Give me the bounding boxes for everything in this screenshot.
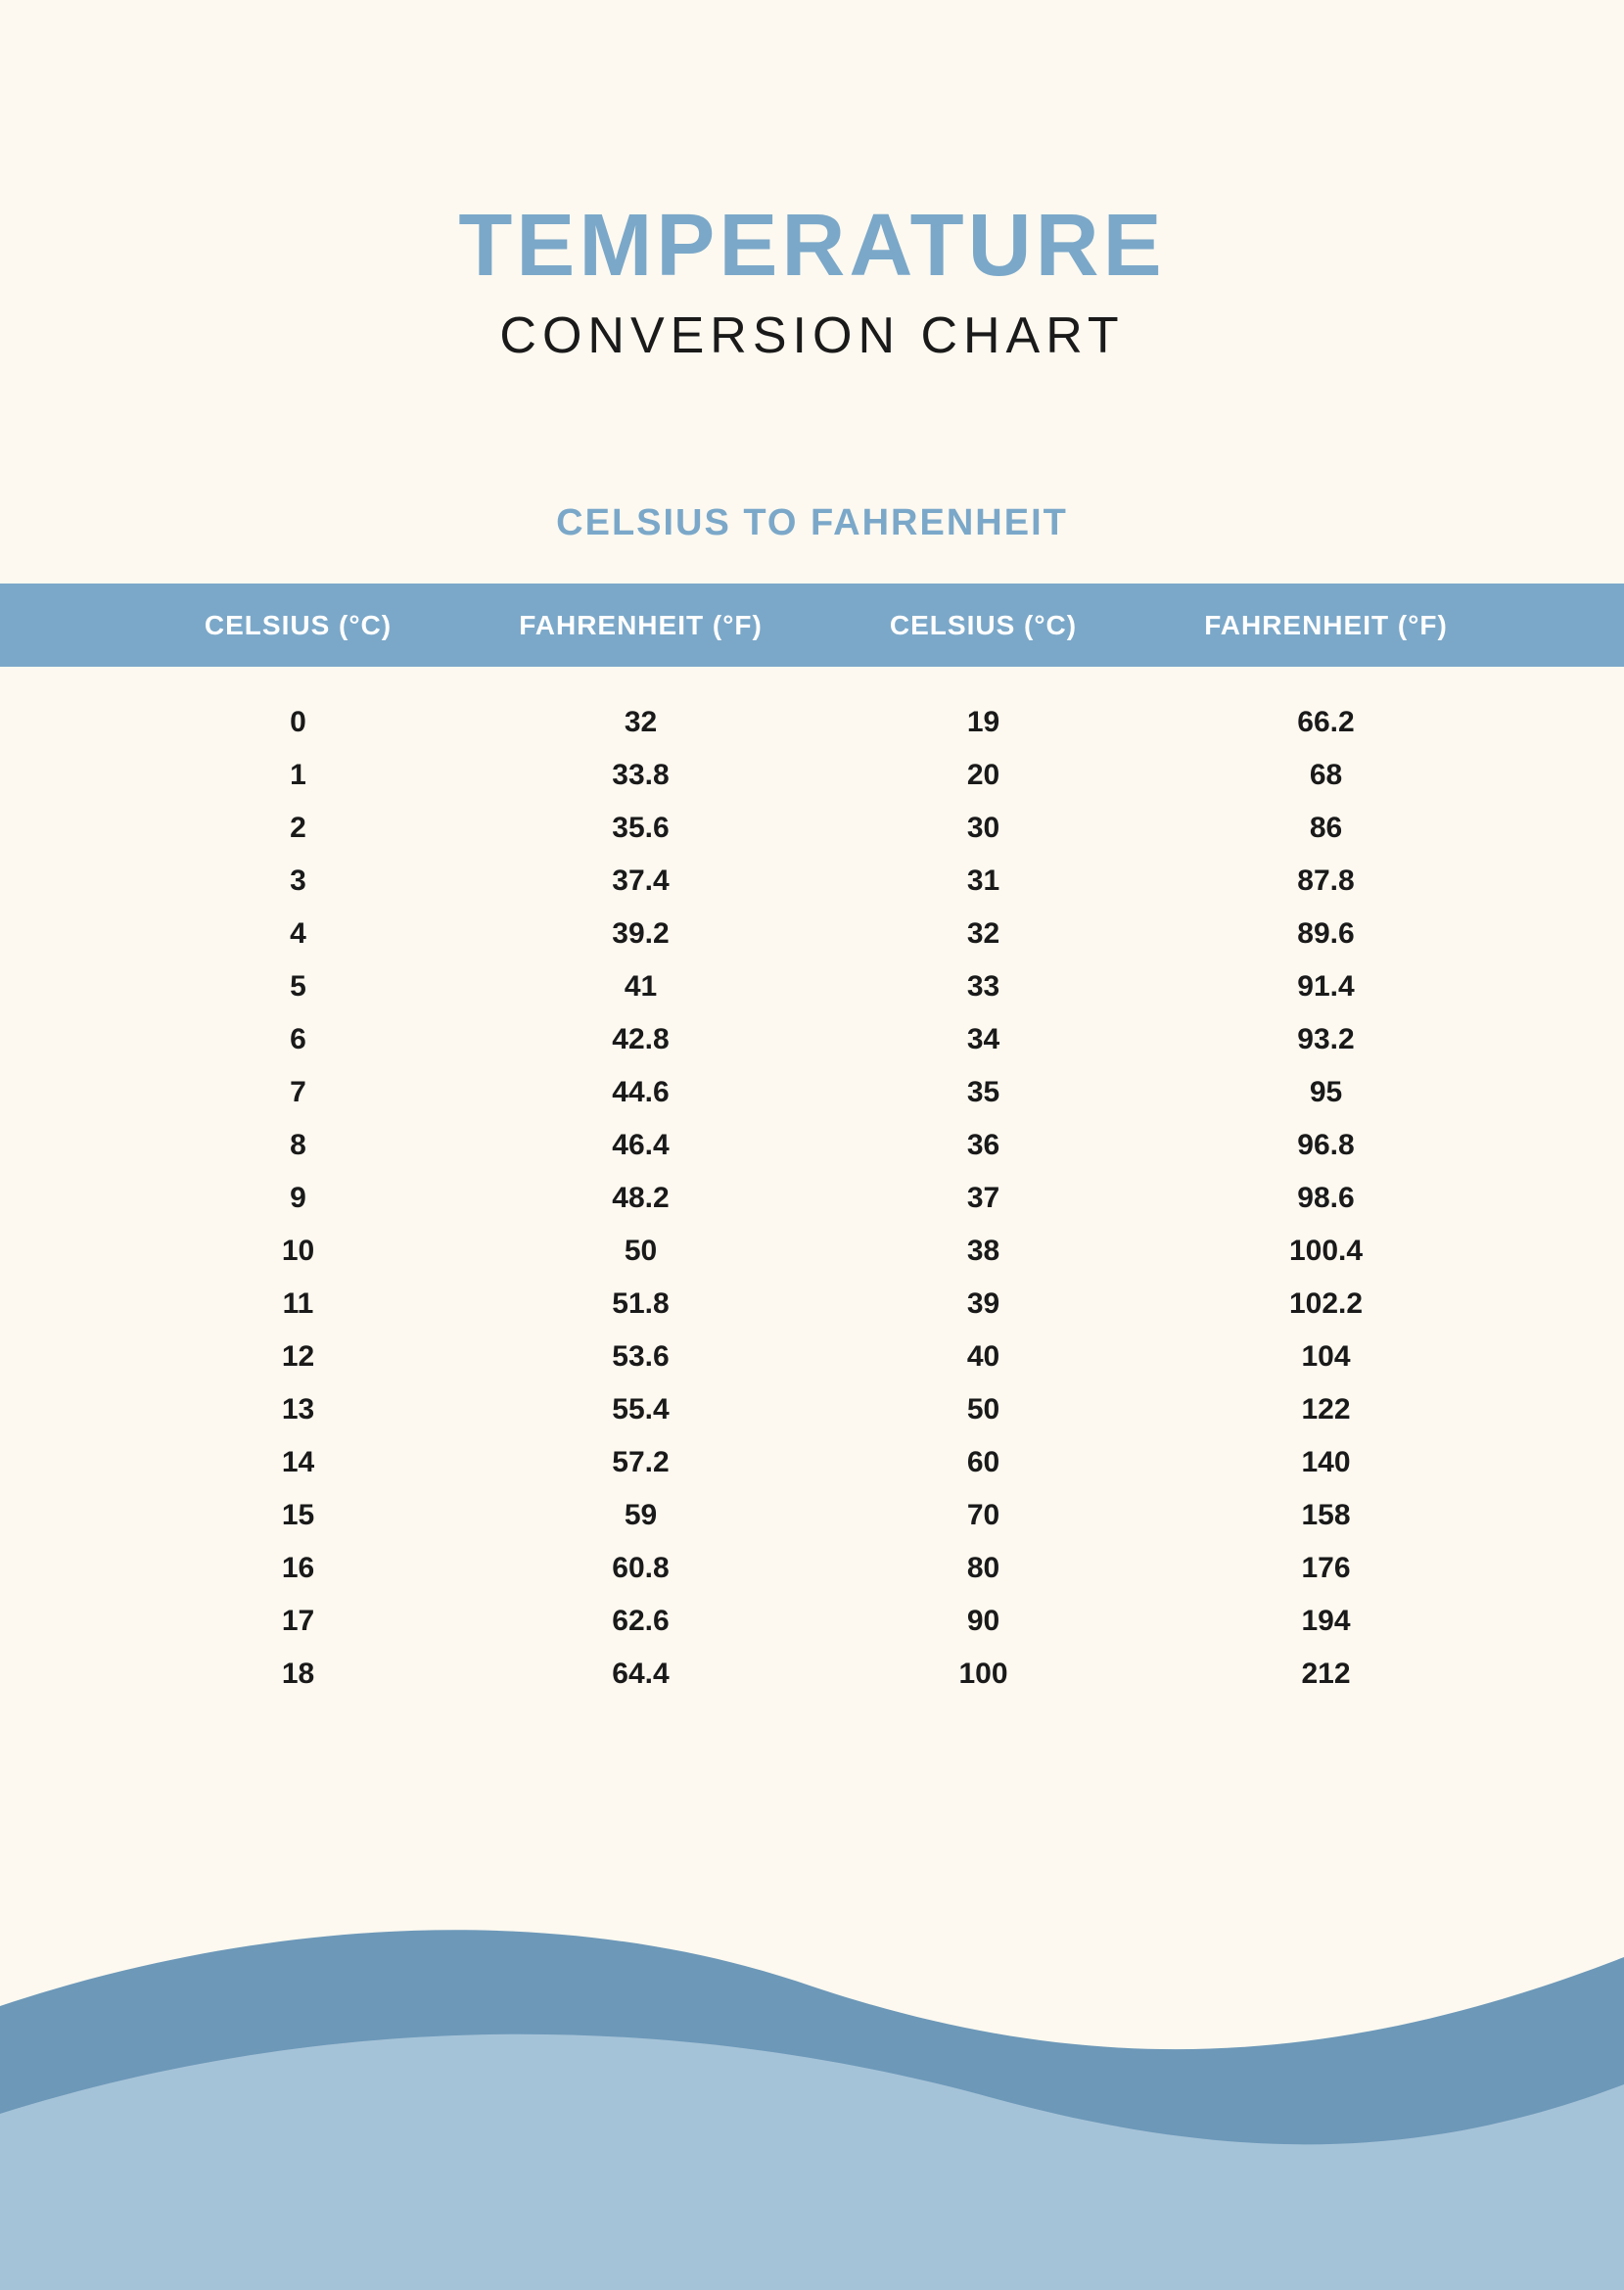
table-cell: 100.4 (1155, 1225, 1498, 1278)
table-body: 0123456789101112131415161718 3233.835.63… (127, 667, 1498, 1701)
table-cell: 35 (812, 1066, 1155, 1119)
main-title: TEMPERATURE (0, 196, 1624, 297)
table-cell: 46.4 (470, 1119, 812, 1172)
table-cell: 31 (812, 855, 1155, 908)
table-cell: 15 (127, 1489, 470, 1542)
table-cell: 32 (812, 908, 1155, 960)
table-cell: 59 (470, 1489, 812, 1542)
table-cell: 18 (127, 1648, 470, 1701)
table-cell: 38 (812, 1225, 1155, 1278)
table-cell: 4 (127, 908, 470, 960)
header-celsius-left: CELSIUS (°C) (127, 610, 470, 641)
table-cell: 39.2 (470, 908, 812, 960)
table-cell: 50 (812, 1383, 1155, 1436)
table-cell: 2 (127, 802, 470, 855)
table-cell: 33.8 (470, 749, 812, 802)
table-cell: 12 (127, 1331, 470, 1383)
header-fahrenheit-right: FAHRENHEIT (°F) (1155, 610, 1498, 641)
table-cell: 62.6 (470, 1595, 812, 1648)
header-celsius-right: CELSIUS (°C) (812, 610, 1155, 641)
table-cell: 10 (127, 1225, 470, 1278)
table-cell: 55.4 (470, 1383, 812, 1436)
table-cell: 20 (812, 749, 1155, 802)
table-cell: 122 (1155, 1383, 1498, 1436)
table-cell: 19 (812, 696, 1155, 749)
table-cell: 14 (127, 1436, 470, 1489)
table-cell: 42.8 (470, 1013, 812, 1066)
table-cell: 80 (812, 1542, 1155, 1595)
table-cell: 212 (1155, 1648, 1498, 1701)
table-cell: 5 (127, 960, 470, 1013)
table-cell: 32 (470, 696, 812, 749)
table-cell: 89.6 (1155, 908, 1498, 960)
table-header-row: CELSIUS (°C) FAHRENHEIT (°F) CELSIUS (°C… (0, 584, 1624, 667)
table-cell: 194 (1155, 1595, 1498, 1648)
table-cell: 53.6 (470, 1331, 812, 1383)
table-cell: 33 (812, 960, 1155, 1013)
table-cell: 37.4 (470, 855, 812, 908)
table-cell: 37 (812, 1172, 1155, 1225)
table-cell: 34 (812, 1013, 1155, 1066)
table-cell: 35.6 (470, 802, 812, 855)
table-cell: 44.6 (470, 1066, 812, 1119)
document-content: TEMPERATURE CONVERSION CHART CELSIUS TO … (0, 0, 1624, 1701)
table-cell: 41 (470, 960, 812, 1013)
table-cell: 13 (127, 1383, 470, 1436)
table-cell: 0 (127, 696, 470, 749)
table-cell: 60.8 (470, 1542, 812, 1595)
table-cell: 64.4 (470, 1648, 812, 1701)
table-cell: 6 (127, 1013, 470, 1066)
table-cell: 91.4 (1155, 960, 1498, 1013)
table-cell: 51.8 (470, 1278, 812, 1331)
table-cell: 158 (1155, 1489, 1498, 1542)
table-cell: 60 (812, 1436, 1155, 1489)
table-cell: 95 (1155, 1066, 1498, 1119)
table-cell: 98.6 (1155, 1172, 1498, 1225)
table-cell: 86 (1155, 802, 1498, 855)
table-cell: 39 (812, 1278, 1155, 1331)
wave-light-icon (0, 1869, 1624, 2290)
table-cell: 40 (812, 1331, 1155, 1383)
table-cell: 66.2 (1155, 696, 1498, 749)
table-cell: 9 (127, 1172, 470, 1225)
table-cell: 16 (127, 1542, 470, 1595)
table-cell: 87.8 (1155, 855, 1498, 908)
table-cell: 11 (127, 1278, 470, 1331)
table-cell: 90 (812, 1595, 1155, 1648)
header-fahrenheit-left: FAHRENHEIT (°F) (470, 610, 812, 641)
left-column-pair: 0123456789101112131415161718 3233.835.63… (127, 696, 812, 1701)
table-cell: 36 (812, 1119, 1155, 1172)
table-cell: 176 (1155, 1542, 1498, 1595)
table-cell: 30 (812, 802, 1155, 855)
table-cell: 93.2 (1155, 1013, 1498, 1066)
table-cell: 68 (1155, 749, 1498, 802)
table-cell: 104 (1155, 1331, 1498, 1383)
table-cell: 50 (470, 1225, 812, 1278)
table-cell: 48.2 (470, 1172, 812, 1225)
table-cell: 1 (127, 749, 470, 802)
footer-wave-decoration (0, 1869, 1624, 2290)
right-column-pair: 192030313233343536373839405060708090100 … (812, 696, 1498, 1701)
table-cell: 140 (1155, 1436, 1498, 1489)
table-cell: 3 (127, 855, 470, 908)
table-cell: 70 (812, 1489, 1155, 1542)
table-cell: 7 (127, 1066, 470, 1119)
table-cell: 96.8 (1155, 1119, 1498, 1172)
table-cell: 17 (127, 1595, 470, 1648)
table-cell: 57.2 (470, 1436, 812, 1489)
table-cell: 102.2 (1155, 1278, 1498, 1331)
subtitle: CONVERSION CHART (0, 306, 1624, 365)
table-cell: 100 (812, 1648, 1155, 1701)
section-title: CELSIUS TO FAHRENHEIT (0, 502, 1624, 544)
table-cell: 8 (127, 1119, 470, 1172)
